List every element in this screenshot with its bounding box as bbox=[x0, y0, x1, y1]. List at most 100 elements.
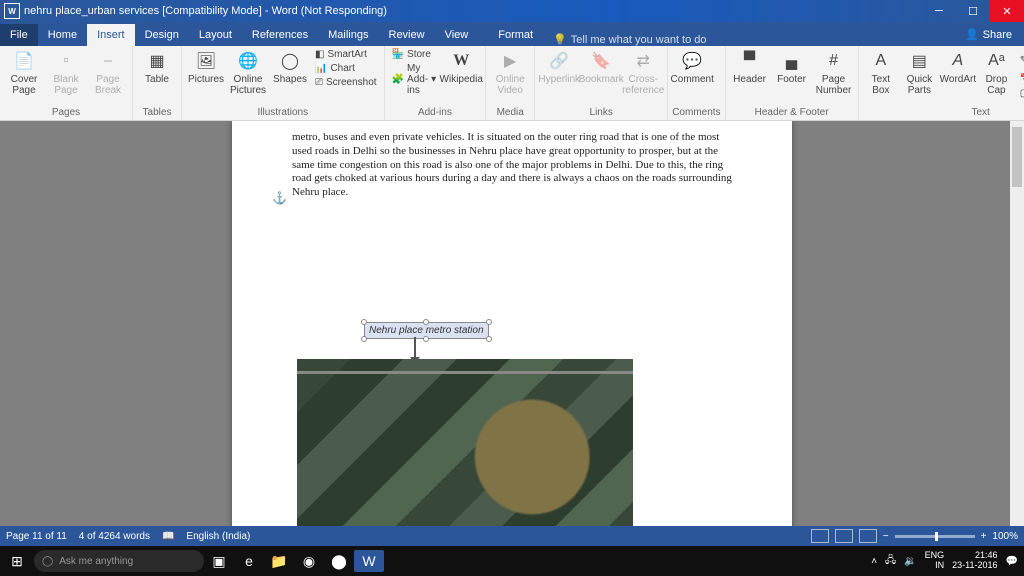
wikipedia-button[interactable]: WWikipedia bbox=[441, 48, 481, 85]
tab-design[interactable]: Design bbox=[135, 24, 189, 46]
shapes-button[interactable]: ◯Shapes bbox=[270, 48, 310, 85]
edge-taskbar-icon[interactable]: e bbox=[234, 553, 264, 569]
maximize-button[interactable]: ☐ bbox=[956, 0, 990, 22]
date-icon: 📅 bbox=[1020, 74, 1024, 85]
header-button[interactable]: ▀Header bbox=[730, 48, 770, 85]
addins-icon: 🧩 bbox=[392, 74, 404, 85]
system-clock[interactable]: 21:4623-11-2016 bbox=[952, 551, 997, 571]
drop-cap-button[interactable]: AᵃDrop Cap bbox=[978, 48, 1015, 96]
quick-parts-button[interactable]: ▤Quick Parts bbox=[901, 48, 938, 96]
screenshot-button[interactable]: ⎚Screenshot bbox=[312, 76, 380, 89]
task-view-button[interactable]: ▣ bbox=[204, 553, 234, 570]
cover-page-button[interactable]: 📄Cover Page bbox=[4, 48, 44, 96]
callout-label[interactable]: Nehru place metro station bbox=[369, 325, 484, 336]
resize-handle[interactable] bbox=[361, 319, 367, 325]
satellite-image[interactable] bbox=[297, 359, 633, 526]
read-mode-button[interactable] bbox=[811, 529, 829, 543]
chart-icon: 📊 bbox=[315, 63, 327, 74]
table-button[interactable]: ▦Table bbox=[137, 48, 177, 85]
resize-handle[interactable] bbox=[361, 336, 367, 342]
tell-me-search[interactable]: 💡Tell me what you want to do bbox=[553, 33, 706, 46]
comment-icon: 💬 bbox=[681, 50, 703, 72]
title-bar: W nehru place_urban services [Compatibil… bbox=[0, 0, 1024, 22]
online-video-button[interactable]: ▶Online Video bbox=[490, 48, 530, 96]
store-button[interactable]: 🏪Store bbox=[389, 48, 440, 61]
vertical-scrollbar[interactable] bbox=[1010, 121, 1024, 526]
tab-layout[interactable]: Layout bbox=[189, 24, 242, 46]
screenshot-icon: ⎚ bbox=[315, 77, 323, 88]
resize-handle[interactable] bbox=[486, 319, 492, 325]
word-app-icon: W bbox=[4, 3, 20, 19]
group-text: AText Box ▤Quick Parts AWordArt AᵃDrop C… bbox=[859, 46, 1024, 120]
scrollbar-thumb[interactable] bbox=[1012, 127, 1022, 187]
footer-button[interactable]: ▄Footer bbox=[772, 48, 812, 85]
minimize-button[interactable]: ─ bbox=[922, 0, 956, 22]
blank-page-button[interactable]: ▫Blank Page bbox=[46, 48, 86, 96]
date-time-button[interactable]: 📅Date & Time bbox=[1017, 73, 1024, 86]
tray-chevron-icon[interactable]: ˄ bbox=[871, 556, 877, 567]
text-box-button[interactable]: AText Box bbox=[863, 48, 900, 96]
callout-text-box[interactable]: Nehru place metro station bbox=[364, 322, 489, 339]
group-illustrations: 🖼Pictures 🌐Online Pictures ◯Shapes ◧Smar… bbox=[182, 46, 385, 120]
chevron-down-icon: ▾ bbox=[431, 74, 436, 85]
group-links: 🔗Hyperlink 🔖Bookmark ⇄Cross-reference Li… bbox=[535, 46, 668, 120]
callout-connector[interactable] bbox=[414, 337, 416, 359]
tray-language[interactable]: ENGIN bbox=[925, 551, 945, 571]
cover-page-icon: 📄 bbox=[13, 50, 35, 72]
comment-button[interactable]: 💬Comment bbox=[672, 48, 712, 85]
obs-taskbar-icon[interactable]: ⬤ bbox=[324, 553, 354, 570]
explorer-taskbar-icon[interactable]: 📁 bbox=[264, 553, 294, 570]
tab-view[interactable]: View bbox=[435, 24, 479, 46]
hyperlink-button[interactable]: 🔗Hyperlink bbox=[539, 48, 579, 85]
tab-home[interactable]: Home bbox=[38, 24, 87, 46]
close-button[interactable]: ✕ bbox=[990, 0, 1024, 22]
tab-references[interactable]: References bbox=[242, 24, 318, 46]
zoom-level[interactable]: 100% bbox=[992, 531, 1018, 542]
print-layout-button[interactable] bbox=[835, 529, 853, 543]
status-bar: Page 11 of 11 4 of 4264 words 📖 English … bbox=[0, 526, 1024, 546]
page-break-icon: ⎯ bbox=[97, 50, 119, 72]
page-number-button[interactable]: #Page Number bbox=[814, 48, 854, 96]
zoom-out-button[interactable]: − bbox=[883, 531, 889, 542]
tab-insert[interactable]: Insert bbox=[87, 24, 135, 46]
cross-reference-button[interactable]: ⇄Cross-reference bbox=[623, 48, 663, 96]
smartart-button[interactable]: ◧SmartArt bbox=[312, 48, 380, 61]
bulb-icon: 💡 bbox=[553, 33, 567, 46]
chart-button[interactable]: 📊Chart bbox=[312, 62, 380, 75]
store-icon: 🏪 bbox=[392, 49, 404, 60]
online-pictures-button[interactable]: 🌐Online Pictures bbox=[228, 48, 268, 96]
signature-line-button[interactable]: ✎Signature Line ▾ bbox=[1017, 48, 1024, 72]
start-button[interactable]: ⊞ bbox=[0, 553, 34, 570]
pictures-button[interactable]: 🖼Pictures bbox=[186, 48, 226, 85]
zoom-slider[interactable] bbox=[895, 535, 975, 538]
object-button[interactable]: ▢Object ▾ bbox=[1017, 87, 1024, 100]
action-center-icon[interactable]: 💬 bbox=[1006, 556, 1018, 567]
zoom-in-button[interactable]: + bbox=[981, 531, 987, 542]
word-taskbar-icon[interactable]: W bbox=[354, 550, 384, 572]
volume-icon[interactable]: 🔉 bbox=[904, 556, 916, 567]
page-break-button[interactable]: ⎯Page Break bbox=[88, 48, 128, 96]
bookmark-icon: 🔖 bbox=[590, 50, 612, 72]
tab-format[interactable]: Format bbox=[488, 24, 543, 46]
smartart-icon: ◧ bbox=[315, 49, 324, 60]
wordart-button[interactable]: AWordArt bbox=[940, 48, 977, 85]
document-area[interactable]: metro, buses and even private vehicles. … bbox=[0, 121, 1024, 526]
cortana-search[interactable]: ◯Ask me anything bbox=[34, 550, 204, 572]
spellcheck-icon[interactable]: 📖 bbox=[162, 531, 174, 542]
share-button[interactable]: 👤Share bbox=[953, 23, 1024, 46]
my-addins-button[interactable]: 🧩My Add-ins ▾ bbox=[389, 62, 440, 97]
resize-handle[interactable] bbox=[486, 336, 492, 342]
page-count[interactable]: Page 11 of 11 bbox=[6, 531, 67, 542]
chrome-taskbar-icon[interactable]: ◉ bbox=[294, 553, 324, 570]
network-icon[interactable]: 🖧 bbox=[885, 553, 896, 570]
tab-review[interactable]: Review bbox=[379, 24, 435, 46]
tab-file[interactable]: File bbox=[0, 24, 38, 46]
online-pictures-icon: 🌐 bbox=[237, 50, 259, 72]
language-status[interactable]: English (India) bbox=[186, 531, 250, 542]
tab-mailings[interactable]: Mailings bbox=[318, 24, 378, 46]
word-count[interactable]: 4 of 4264 words bbox=[79, 531, 150, 542]
bookmark-button[interactable]: 🔖Bookmark bbox=[581, 48, 621, 85]
body-paragraph[interactable]: metro, buses and even private vehicles. … bbox=[292, 131, 732, 200]
group-comments: 💬Comment Comments bbox=[668, 46, 725, 120]
web-layout-button[interactable] bbox=[859, 529, 877, 543]
